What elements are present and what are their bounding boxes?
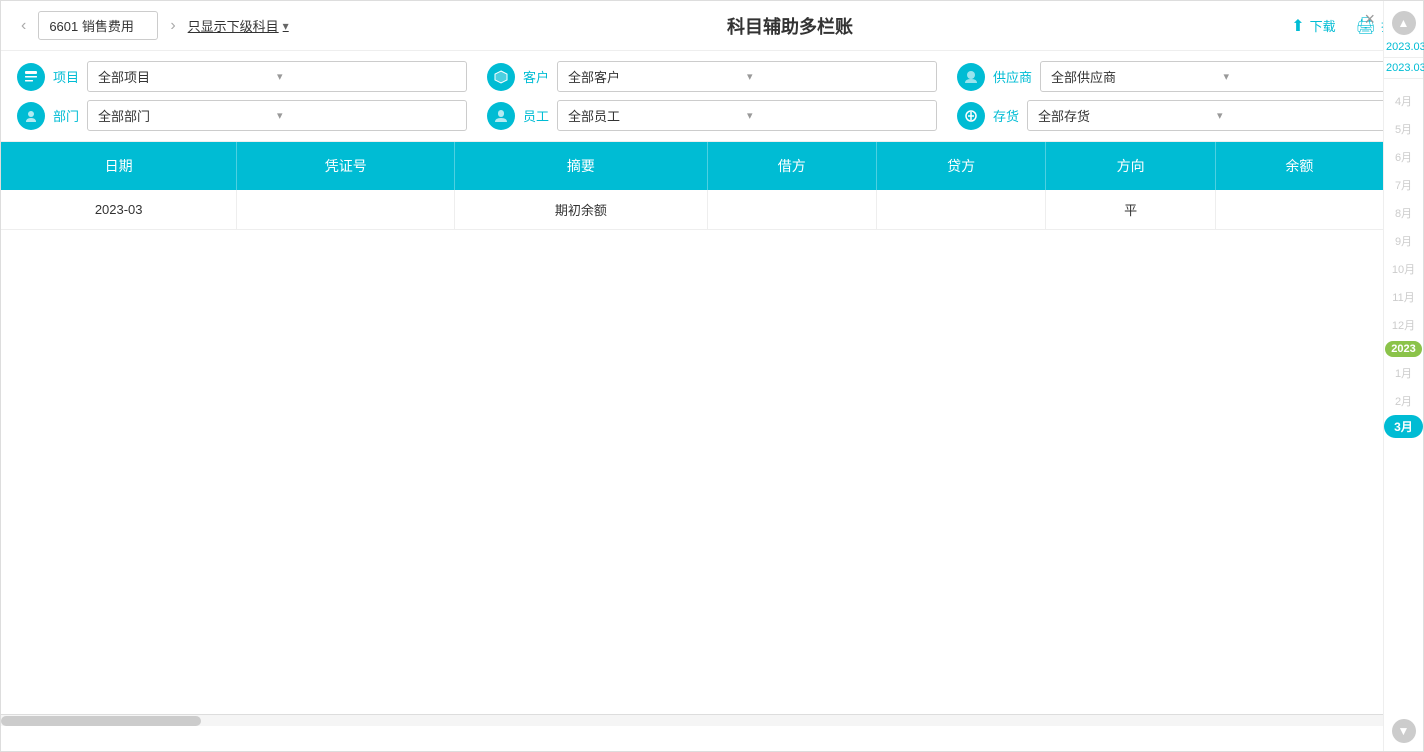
col-balance: 余额 bbox=[1215, 142, 1383, 190]
department-icon bbox=[17, 102, 45, 130]
scrollbar-thumb[interactable] bbox=[1, 716, 201, 726]
customer-select[interactable]: 全部客户 ▾ bbox=[557, 61, 937, 92]
sidebar-month-4[interactable]: 4月 bbox=[1384, 87, 1423, 115]
supplier-arrow: ▾ bbox=[1224, 70, 1397, 83]
employee-arrow: ▾ bbox=[747, 109, 926, 122]
project-select[interactable]: 全部项目 ▾ bbox=[87, 61, 467, 92]
top-bar: ‹ 6601 销售费用 › 只显示下级科目 ▾ 科目辅助多栏账 ⬆ 下载 🖨 打… bbox=[1, 1, 1423, 51]
prev-account-button[interactable]: ‹ bbox=[17, 15, 30, 37]
sidebar-month-7[interactable]: 7月 bbox=[1384, 171, 1423, 199]
col-credit: 贷方 bbox=[876, 142, 1045, 190]
top-bar-left: ‹ 6601 销售费用 › 只显示下级科目 ▾ bbox=[17, 11, 289, 40]
cell-balance bbox=[1215, 190, 1383, 230]
col-summary: 摘要 bbox=[455, 142, 707, 190]
project-label: 项目 bbox=[53, 67, 79, 86]
col-debit: 借方 bbox=[707, 142, 876, 190]
cell-date: 2023-03 bbox=[1, 190, 237, 230]
supplier-value: 全部供应商 bbox=[1051, 67, 1224, 86]
show-sub-control[interactable]: 只显示下级科目 ▾ bbox=[188, 16, 289, 35]
sidebar-month-2023-03-header[interactable]: 2023.03 bbox=[1384, 37, 1423, 58]
col-voucher: 凭证号 bbox=[237, 142, 455, 190]
filter-customer: 客户 全部客户 ▾ bbox=[487, 61, 937, 92]
sidebar-month-3-active[interactable]: 3月 bbox=[1384, 415, 1423, 438]
cell-summary: 期初余额 bbox=[455, 190, 707, 230]
account-code: 6601 销售费用 bbox=[38, 11, 158, 40]
col-date: 日期 bbox=[1, 142, 237, 190]
close-button[interactable]: × bbox=[1364, 9, 1375, 30]
page-title: 科目辅助多栏账 bbox=[727, 13, 853, 39]
cell-credit bbox=[876, 190, 1045, 230]
sidebar-month-5[interactable]: 5月 bbox=[1384, 115, 1423, 143]
table-wrapper: 日期 凭证号 摘要 借方 贷方 方向 余额 2023-03 期初余额 平 bbox=[1, 142, 1383, 714]
show-sub-arrow: ▾ bbox=[283, 19, 289, 33]
inventory-value: 全部存货 bbox=[1038, 106, 1217, 125]
data-table: 日期 凭证号 摘要 借方 贷方 方向 余额 2023-03 期初余额 平 bbox=[1, 142, 1383, 230]
table-row: 2023-03 期初余额 平 bbox=[1, 190, 1383, 230]
employee-label: 员工 bbox=[523, 106, 549, 125]
cell-debit bbox=[707, 190, 876, 230]
project-arrow: ▾ bbox=[277, 70, 456, 83]
sidebar-up-button[interactable]: ▲ bbox=[1392, 11, 1416, 35]
filter-row-1: 项目 全部项目 ▾ 客户 全部客户 ▾ bbox=[17, 61, 1407, 92]
sidebar-month-2023-03-sub[interactable]: 2023.03 bbox=[1384, 58, 1423, 79]
inventory-arrow: ▾ bbox=[1217, 109, 1396, 122]
inventory-icon bbox=[957, 102, 985, 130]
project-icon bbox=[17, 63, 45, 91]
sidebar-month-12[interactable]: 12月 bbox=[1384, 311, 1423, 339]
filter-project: 项目 全部项目 ▾ bbox=[17, 61, 467, 92]
project-value: 全部项目 bbox=[98, 67, 277, 86]
download-label: 下载 bbox=[1310, 16, 1336, 35]
horizontal-scrollbar[interactable] bbox=[1, 714, 1383, 726]
cell-voucher bbox=[237, 190, 455, 230]
year-badge: 2023 bbox=[1385, 341, 1421, 357]
right-sidebar: ▲ 2023.03 2023.03 4月 5月 6月 7月 8月 9月 10月 … bbox=[1383, 1, 1423, 751]
department-value: 全部部门 bbox=[98, 106, 277, 125]
employee-icon bbox=[487, 102, 515, 130]
cell-direction: 平 bbox=[1046, 190, 1215, 230]
department-arrow: ▾ bbox=[277, 109, 456, 122]
inventory-label: 存货 bbox=[993, 106, 1019, 125]
sidebar-month-10[interactable]: 10月 bbox=[1384, 255, 1423, 283]
filter-inventory: 存货 全部存货 ▾ bbox=[957, 100, 1407, 131]
sidebar-month-9[interactable]: 9月 bbox=[1384, 227, 1423, 255]
supplier-label: 供应商 bbox=[993, 67, 1032, 86]
download-button[interactable]: ⬆ 下载 bbox=[1291, 16, 1335, 36]
department-label: 部门 bbox=[53, 106, 79, 125]
filter-employee: 员工 全部员工 ▾ bbox=[487, 100, 937, 131]
customer-arrow: ▾ bbox=[747, 70, 926, 83]
customer-icon bbox=[487, 63, 515, 91]
col-direction: 方向 bbox=[1046, 142, 1215, 190]
table-header-row: 日期 凭证号 摘要 借方 贷方 方向 余额 bbox=[1, 142, 1383, 190]
department-select[interactable]: 全部部门 ▾ bbox=[87, 100, 467, 131]
filter-area: 项目 全部项目 ▾ 客户 全部客户 ▾ bbox=[1, 51, 1423, 142]
filter-row-2: 部门 全部部门 ▾ 员工 全部员工 ▾ bbox=[17, 100, 1407, 131]
inventory-select[interactable]: 全部存货 ▾ bbox=[1027, 100, 1407, 131]
employee-select[interactable]: 全部员工 ▾ bbox=[557, 100, 937, 131]
supplier-icon bbox=[957, 63, 985, 91]
filter-department: 部门 全部部门 ▾ bbox=[17, 100, 467, 131]
employee-value: 全部员工 bbox=[568, 106, 747, 125]
supplier-select[interactable]: 全部供应商 ▾ bbox=[1040, 61, 1407, 92]
show-sub-label: 只显示下级科目 bbox=[188, 16, 279, 35]
sidebar-down-button[interactable]: ▼ bbox=[1392, 719, 1416, 743]
download-icon: ⬆ bbox=[1291, 16, 1304, 36]
sidebar-month-2[interactable]: 2月 bbox=[1384, 387, 1423, 415]
sidebar-month-8[interactable]: 8月 bbox=[1384, 199, 1423, 227]
next-account-button[interactable]: › bbox=[166, 15, 179, 37]
customer-label: 客户 bbox=[523, 67, 549, 86]
table-body: 2023-03 期初余额 平 bbox=[1, 190, 1383, 230]
filter-supplier: 供应商 全部供应商 ▾ bbox=[957, 61, 1407, 92]
sidebar-month-1[interactable]: 1月 bbox=[1384, 359, 1423, 387]
customer-value: 全部客户 bbox=[568, 67, 747, 86]
sidebar-month-6[interactable]: 6月 bbox=[1384, 143, 1423, 171]
sidebar-month-11[interactable]: 11月 bbox=[1384, 283, 1423, 311]
main-container: × ‹ 6601 销售费用 › 只显示下级科目 ▾ 科目辅助多栏账 ⬆ 下载 🖨… bbox=[0, 0, 1424, 752]
